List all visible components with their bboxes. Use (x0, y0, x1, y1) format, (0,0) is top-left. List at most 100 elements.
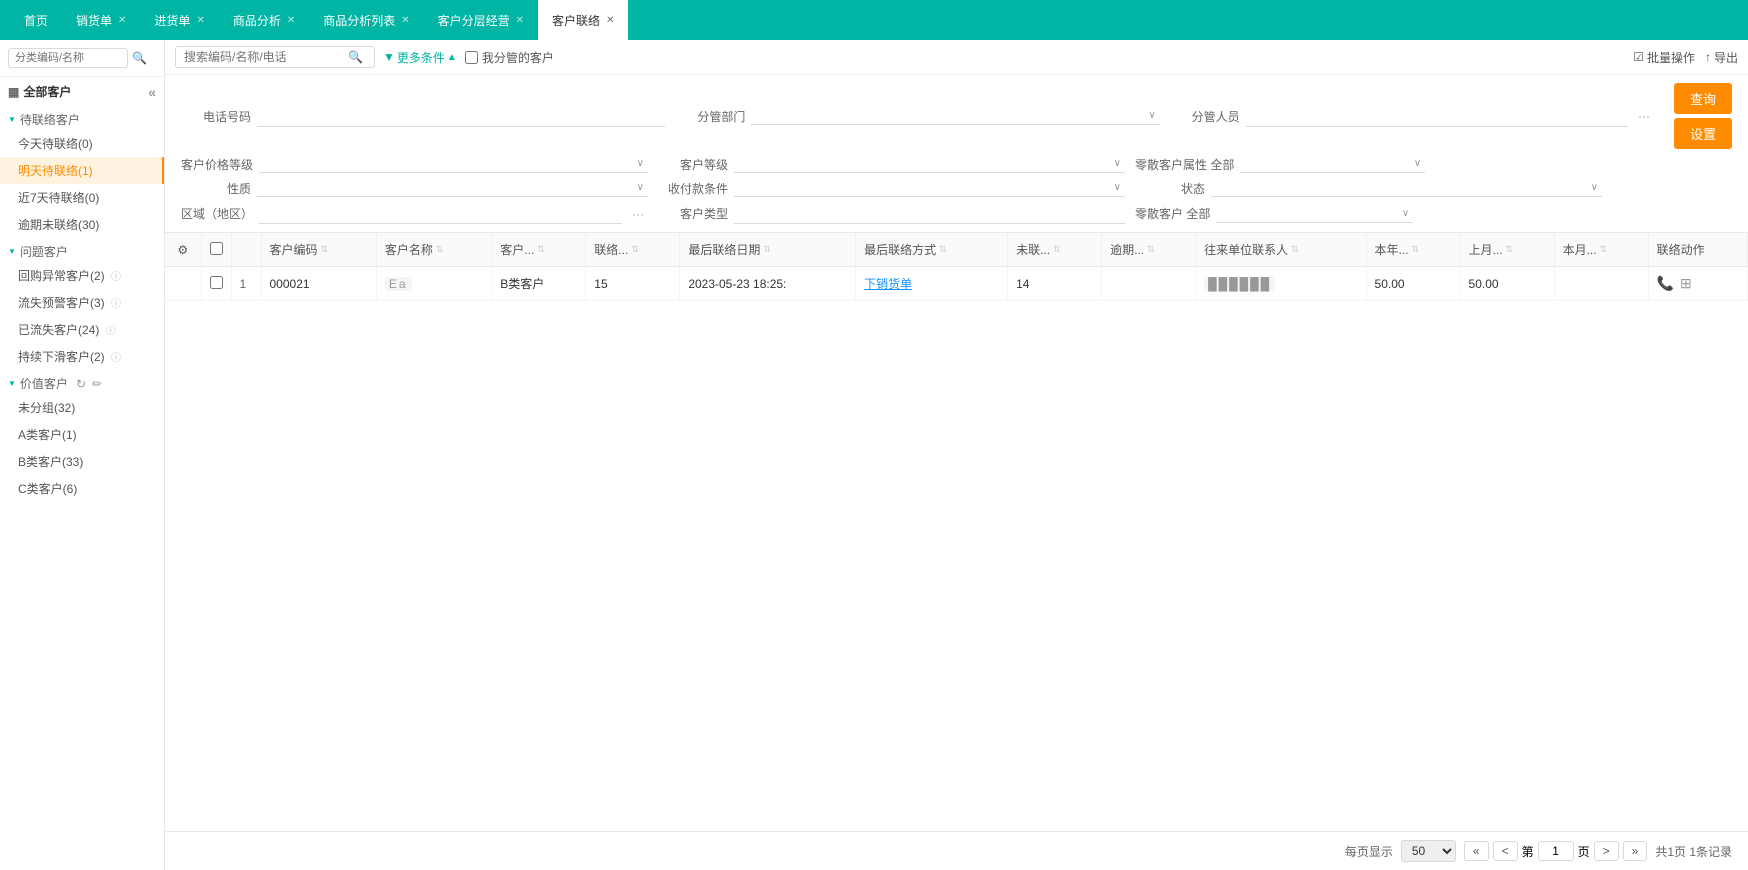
sidebar-item-churned[interactable]: 已流失客户(24) ⓘ (0, 316, 164, 343)
phone-action-icon[interactable]: 📞 (1657, 275, 1674, 292)
col-gear[interactable]: ⚙ (165, 233, 201, 267)
last-page-btn[interactable]: » (1623, 841, 1648, 861)
filter-cell-nature: 性质 ∨ (181, 179, 658, 197)
filter-cell-dept: 分管部门 ∨ (675, 107, 1169, 125)
area-input[interactable] (259, 203, 622, 224)
sidebar-item-churn-warning[interactable]: 流失预警客户(3) ⓘ (0, 289, 164, 316)
customer-type-input[interactable] (734, 203, 1125, 224)
sidebar-item-a-customers[interactable]: A类客户(1) (0, 421, 164, 448)
my-customers-checkbox[interactable]: 我分管的客户 (465, 49, 554, 66)
sidebar-search-input[interactable] (8, 48, 128, 68)
sidebar-item-today-contact[interactable]: 今天待联络(0) (0, 130, 164, 157)
col-this-year[interactable]: 本年... ⇅ (1366, 233, 1460, 267)
chevron-down-icon: ∨ (1148, 110, 1155, 121)
sort-icon-code: ⇅ (321, 244, 329, 255)
filter-cell-price-level: 客户价格等级 ∨ (181, 155, 658, 173)
sidebar-item-overdue-contact[interactable]: 逾期未联络(30) (0, 211, 164, 238)
set-button[interactable]: 设置 (1674, 118, 1732, 149)
retail-customer-select[interactable]: ∨ (1216, 205, 1413, 223)
nav-customer-contact[interactable]: 客户联络 ✕ (538, 0, 628, 40)
per-page-label: 每页显示 (1345, 843, 1393, 860)
nav-home[interactable]: 首页 (10, 0, 62, 40)
sidebar-item-declining[interactable]: 持续下滑客户(2) ⓘ (0, 343, 164, 370)
chevron-down-icon8: ∨ (1402, 208, 1409, 219)
cell-this-year: 50.00 (1366, 267, 1460, 301)
chevron-down-icon2: ∨ (637, 158, 644, 169)
page-input[interactable] (1538, 841, 1574, 861)
refresh-icon[interactable]: ↻ (76, 377, 86, 391)
grid-action-icon[interactable]: ⊞ (1680, 275, 1692, 292)
nav-purchase-order[interactable]: 进货单 ✕ (140, 0, 218, 40)
sidebar-item-ungrouped[interactable]: 未分组(32) (0, 394, 164, 421)
all-customers-header[interactable]: ▦ 全部客户 « (0, 77, 164, 106)
dept-select[interactable]: ∨ (751, 107, 1159, 125)
next-page-btn[interactable]: > (1594, 841, 1619, 861)
filter-cell-status: 状态 ∨ (1135, 179, 1612, 197)
nature-select[interactable]: ∨ (257, 179, 648, 197)
my-customers-check[interactable] (465, 51, 478, 64)
chevron-down-icon7: ∨ (1591, 182, 1598, 193)
cell-contact: 15 (586, 267, 680, 301)
gear-icon[interactable]: ⚙ (177, 243, 188, 257)
close-product-list-icon[interactable]: ✕ (401, 15, 409, 26)
sort-icon-year: ⇅ (1412, 244, 1420, 255)
col-last-month[interactable]: 上月... ⇅ (1460, 233, 1554, 267)
status-select[interactable]: ∨ (1211, 179, 1602, 197)
sidebar-item-c-customers[interactable]: C类客户(6) (0, 475, 164, 502)
advanced-filter: 电话号码 分管部门 ∨ 分管人员 ··· 查询 设置 (165, 75, 1748, 233)
payment-select[interactable]: ∨ (734, 179, 1125, 197)
collapse-icon[interactable]: « (148, 84, 156, 100)
sidebar-item-tomorrow-contact[interactable]: 明天待联络(1) (0, 157, 164, 184)
query-button[interactable]: 查询 (1674, 83, 1732, 114)
select-all-checkbox[interactable] (210, 242, 223, 255)
search-input[interactable] (184, 50, 344, 64)
person-input[interactable] (1246, 106, 1628, 127)
close-product-analysis-icon[interactable]: ✕ (287, 15, 295, 26)
sidebar-item-7days-contact[interactable]: 近7天待联络(0) (0, 184, 164, 211)
search-icon[interactable]: 🔍 (348, 50, 363, 64)
per-page-select[interactable]: 50 100 (1401, 840, 1456, 862)
col-customer-code[interactable]: 客户编码 ⇅ (261, 233, 376, 267)
filter-icon: ▼ (383, 50, 395, 64)
more-conditions-btn[interactable]: ▼ 更多条件 ▲ (383, 49, 457, 66)
filter-row-3: 性质 ∨ 收付款条件 ∨ 状态 (181, 179, 1732, 197)
person-ellipsis-btn[interactable]: ··· (1634, 107, 1654, 125)
area-ellipsis-btn[interactable]: ··· (628, 205, 648, 223)
edit-icon[interactable]: ✏ (92, 377, 102, 391)
close-sales-order-icon[interactable]: ✕ (118, 15, 126, 26)
close-customer-layering-icon[interactable]: ✕ (516, 15, 524, 26)
phone-input[interactable] (257, 106, 665, 127)
chevron-down-icon4: ∨ (1414, 158, 1421, 169)
col-customer-type[interactable]: 客户... ⇅ (492, 233, 586, 267)
retail-attr-select[interactable]: ∨ (1240, 155, 1425, 173)
group-pending-contact: ▼ 待联络客户 (0, 106, 164, 130)
col-unit-contact[interactable]: 往来单位联系人 ⇅ (1196, 233, 1366, 267)
triangle-icon: ▼ (8, 115, 16, 124)
col-no-contact[interactable]: 未联... ⇅ (1008, 233, 1102, 267)
col-overdue[interactable]: 逾期... ⇅ (1102, 233, 1196, 267)
sidebar-item-b-customers[interactable]: B类客户(33) (0, 448, 164, 475)
price-level-select[interactable]: ∨ (259, 155, 648, 173)
col-last-contact-method[interactable]: 最后联络方式 ⇅ (856, 233, 1008, 267)
prev-page-btn[interactable]: < (1493, 841, 1518, 861)
close-customer-contact-icon[interactable]: ✕ (606, 15, 614, 26)
nav-customer-layering[interactable]: 客户分层经营 ✕ (424, 0, 538, 40)
col-customer-name[interactable]: 客户名称 ⇅ (376, 233, 491, 267)
customer-level-select[interactable]: ∨ (734, 155, 1125, 173)
col-this-month[interactable]: 本月... ⇅ (1554, 233, 1648, 267)
nav-product-analysis[interactable]: 商品分析 ✕ (219, 0, 309, 40)
col-last-contact-date[interactable]: 最后联络日期 ⇅ (680, 233, 856, 267)
page-suffix: 页 (1578, 843, 1590, 860)
close-purchase-order-icon[interactable]: ✕ (196, 15, 204, 26)
nav-product-analysis-list[interactable]: 商品分析列表 ✕ (309, 0, 423, 40)
first-page-btn[interactable]: « (1464, 841, 1489, 861)
nav-sales-order[interactable]: 销货单 ✕ (62, 0, 140, 40)
contact-method-link[interactable]: 下销货单 (864, 277, 912, 291)
export-button[interactable]: ↑ 导出 (1705, 49, 1738, 66)
row-checkbox[interactable] (210, 276, 223, 289)
content-area: 🔍 ▼ 更多条件 ▲ 我分管的客户 ☑ 批量操作 ↑ 导出 (165, 40, 1748, 870)
sidebar-search-icon[interactable]: 🔍 (132, 51, 147, 65)
batch-op-button[interactable]: ☑ 批量操作 (1633, 49, 1695, 66)
sidebar-item-repurchase-abnormal[interactable]: 回购异常客户(2) ⓘ (0, 262, 164, 289)
col-contact[interactable]: 联络... ⇅ (586, 233, 680, 267)
